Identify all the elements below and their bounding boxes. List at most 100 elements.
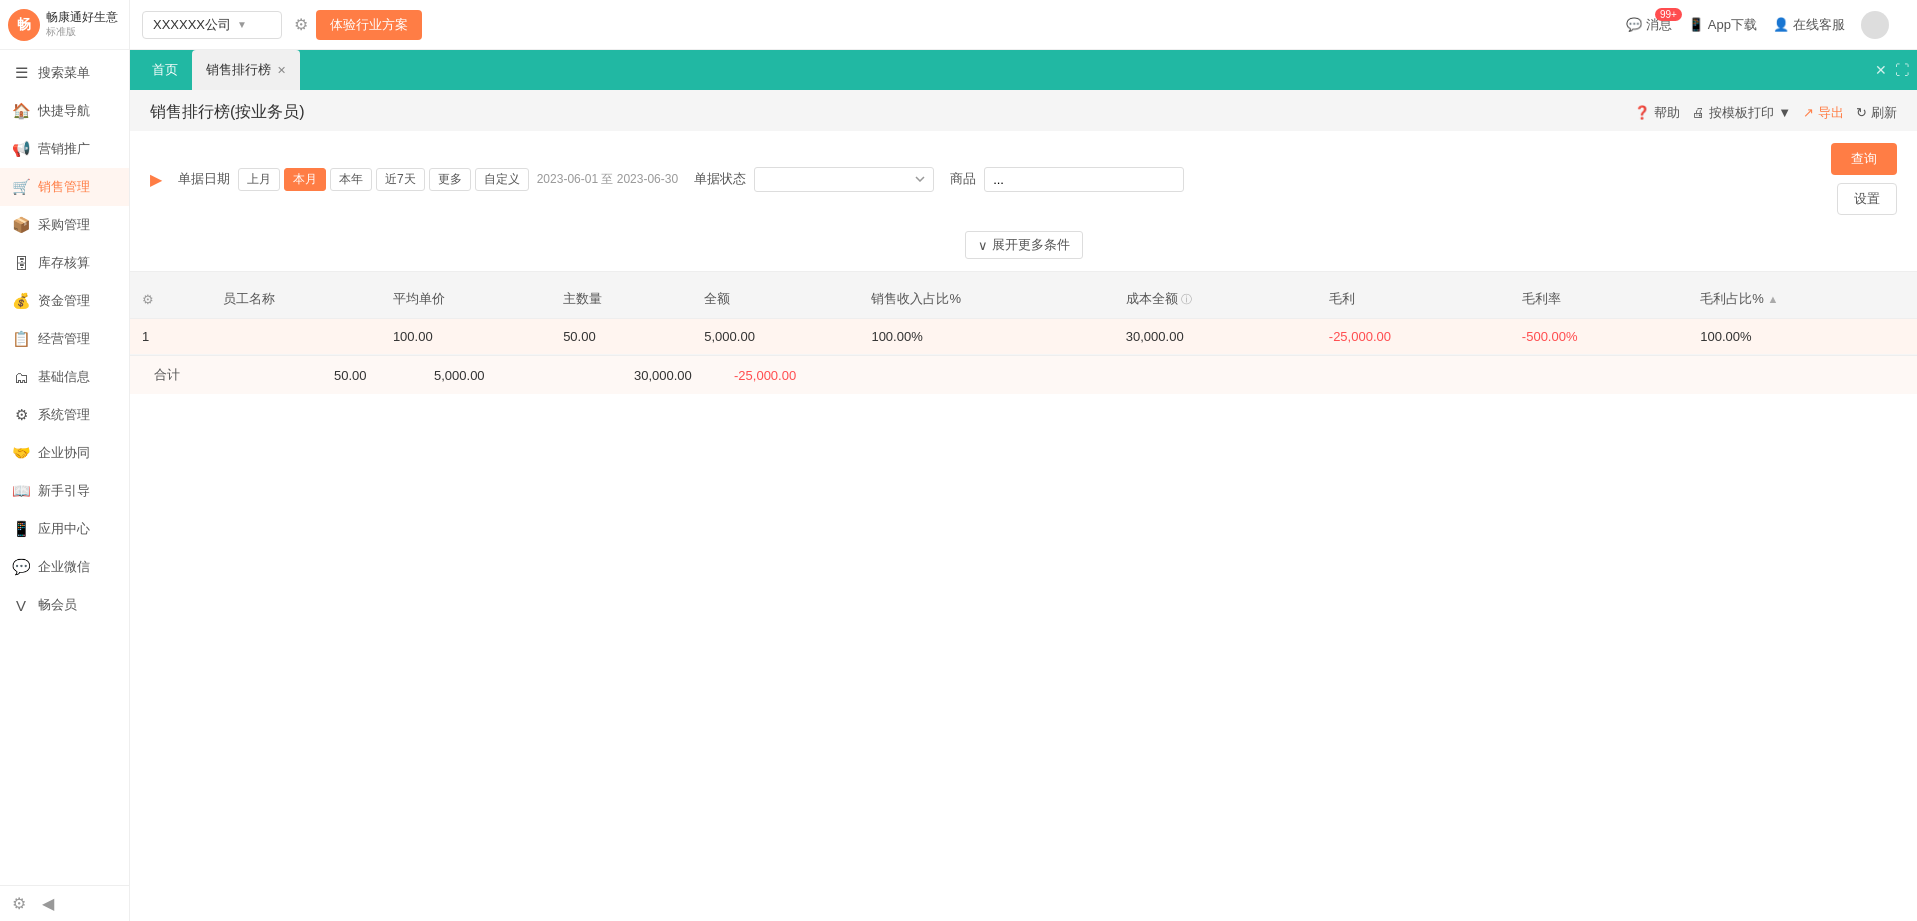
sidebar-item-basic-info[interactable]: 🗂基础信息 <box>0 358 129 396</box>
sidebar-icon-finance: 💰 <box>12 292 30 310</box>
tab-minimize-icon[interactable]: ✕ <box>1875 62 1887 78</box>
table-cell: 1 <box>130 319 211 355</box>
table-cell: 100.00 <box>381 319 551 355</box>
sidebar-item-sales[interactable]: 🛒 销售管理 <box>0 168 129 206</box>
date-more[interactable]: 更多 <box>429 168 471 191</box>
table-header-row: ⚙ 员工名称 平均单价 主数量 全额 销售收入占比% 成本全额 ⓘ 毛利 毛利率… <box>130 280 1917 319</box>
sidebar-item-quick-nav[interactable]: 🏠快捷导航 <box>0 92 129 130</box>
print-label: 按模板打印 <box>1709 104 1774 122</box>
app-label: App下载 <box>1708 16 1757 34</box>
sidebar-item-guide[interactable]: 📖 新手引导 <box>0 472 129 510</box>
sidebar-item-inventory[interactable]: 🗄库存核算 <box>0 244 129 282</box>
date-last-month[interactable]: 上月 <box>238 168 280 191</box>
table-cell: 5,000.00 <box>692 319 859 355</box>
th-name: 员工名称 <box>211 280 381 319</box>
help-button[interactable]: ❓ 帮助 <box>1634 104 1680 122</box>
sidebar-label-sales: 销售管理 <box>38 178 90 196</box>
company-arrow-icon: ▼ <box>237 19 247 30</box>
tab-home-label: 首页 <box>152 61 178 79</box>
table-body: 1100.0050.005,000.00100.00%30,000.00-25,… <box>130 319 1917 355</box>
sidebar-label-marketing: 营销推广 <box>38 140 90 158</box>
expand-more-button[interactable]: ∨ 展开更多条件 <box>965 231 1083 259</box>
query-button[interactable]: 查询 <box>1831 143 1897 175</box>
date-7days[interactable]: 近7天 <box>376 168 425 191</box>
sidebar-icon-marketing: 📢 <box>12 140 30 158</box>
sidebar: 畅 畅康通好生意 标准版 ☰搜索菜单🏠快捷导航📢营销推广🛒销售管理📦采购管理🗄库… <box>0 0 130 921</box>
date-this-month[interactable]: 本月 <box>284 168 326 191</box>
date-filter: 单据日期 上月 本月 本年 近7天 更多 自定义 2023-06-01 至 20… <box>178 168 678 191</box>
sidebar-item-wechat[interactable]: 💬企业微信 <box>0 548 129 586</box>
sidebar-label-purchase: 采购管理 <box>38 216 90 234</box>
sidebar-item-purchase[interactable]: 📦 采购管理 <box>0 206 129 244</box>
sidebar-label-basic-info: 基础信息 <box>38 368 90 386</box>
status-filter: 单据状态 <box>694 167 934 192</box>
goods-filter: 商品 <box>950 167 1184 192</box>
avatar[interactable] <box>1861 11 1889 39</box>
th-cost: 成本全额 ⓘ <box>1114 280 1317 319</box>
sidebar-label-guide: 新手引导 <box>38 482 90 500</box>
sidebar-item-member[interactable]: V畅会员 <box>0 586 129 624</box>
table-row: 1100.0050.005,000.00100.00%30,000.00-25,… <box>130 319 1917 355</box>
trial-button[interactable]: 体验行业方案 <box>316 10 422 40</box>
company-selector[interactable]: XXXXXX公司 ▼ <box>142 11 282 39</box>
filter-area: ▶ 单据日期 上月 本月 本年 近7天 更多 自定义 2023-06-01 至 … <box>130 131 1917 272</box>
date-buttons: 上月 本月 本年 近7天 更多 自定义 2023-06-01 至 2023-06… <box>238 168 678 191</box>
tab-home[interactable]: 首页 <box>138 50 192 90</box>
print-icon: 🖨 <box>1692 105 1705 120</box>
sidebar-item-enterprise[interactable]: 🤝企业协同 <box>0 434 129 472</box>
sidebar-item-operations[interactable]: 📋经营管理 <box>0 320 129 358</box>
sidebar-icon-sales: 🛒 <box>12 178 30 196</box>
goods-input[interactable] <box>984 167 1184 192</box>
tabbar-actions: ✕ ⛶ <box>1875 62 1909 78</box>
filter-expand-arrow[interactable]: ▶ <box>150 170 162 189</box>
message-button[interactable]: 💬 消息 99+ <box>1626 16 1672 34</box>
table-footer: 合计 50.00 5,000.00 30,000.00 -25,000.00 <box>130 355 1917 394</box>
print-arrow-icon: ▼ <box>1778 105 1791 120</box>
online-service-button[interactable]: 👤 在线客服 <box>1773 16 1845 34</box>
service-icon: 👤 <box>1773 17 1789 32</box>
refresh-button[interactable]: ↻ 刷新 <box>1856 104 1897 122</box>
tab-close-icon[interactable]: ✕ <box>277 64 286 77</box>
table-container: ⚙ 员工名称 平均单价 主数量 全额 销售收入占比% 成本全额 ⓘ 毛利 毛利率… <box>130 280 1917 355</box>
query-set-area: 查询 设置 <box>1831 143 1897 215</box>
sidebar-icon-guide: 📖 <box>12 482 30 500</box>
topbar-settings-icon[interactable]: ⚙ <box>294 15 308 34</box>
sidebar-item-search-order[interactable]: ☰搜索菜单 <box>0 54 129 92</box>
table-cell: 50.00 <box>551 319 692 355</box>
th-settings[interactable]: ⚙ <box>130 280 211 319</box>
sidebar-label-member: 畅会员 <box>38 596 77 614</box>
print-button[interactable]: 🖨 按模板打印 ▼ <box>1692 104 1791 122</box>
export-label: 导出 <box>1818 104 1844 122</box>
date-this-year[interactable]: 本年 <box>330 168 372 191</box>
collapse-icon[interactable]: ◀ <box>42 894 54 913</box>
sidebar-item-app-center[interactable]: 📱应用中心 <box>0 510 129 548</box>
status-select[interactable] <box>754 167 934 192</box>
date-custom[interactable]: 自定义 <box>475 168 529 191</box>
sidebar-item-finance[interactable]: 💰 资金管理 <box>0 282 129 320</box>
sidebar-item-marketing[interactable]: 📢 营销推广 <box>0 130 129 168</box>
topbar: XXXXXX公司 ▼ ⚙ 体验行业方案 💬 消息 99+ 📱 App下载 👤 在… <box>130 0 1917 50</box>
sidebar-label-app-center: 应用中心 <box>38 520 90 538</box>
tab-sales-rank-label: 销售排行榜 <box>206 61 271 79</box>
sidebar-label-finance: 资金管理 <box>38 292 90 310</box>
app-download-button[interactable]: 📱 App下载 <box>1688 16 1757 34</box>
tabbar: 首页 销售排行榜 ✕ ✕ ⛶ <box>130 50 1917 90</box>
help-icon: ❓ <box>1634 105 1650 120</box>
app-icon: 📱 <box>1688 17 1704 32</box>
sidebar-icon-purchase: 📦 <box>12 216 30 234</box>
sidebar-icon-wechat: 💬 <box>12 558 30 576</box>
sidebar-nav: ☰搜索菜单🏠快捷导航 📢 营销推广 🛒 销售管理 📦 采购管理 🗄库存核算 💰 资金管理 📋经营管理… <box>0 50 129 885</box>
settings-button[interactable]: 设置 <box>1837 183 1897 215</box>
chevron-down-icon: ∨ <box>978 238 988 253</box>
sidebar-icon-inventory: 🗄 <box>12 255 30 272</box>
tab-sales-rank[interactable]: 销售排行榜 ✕ <box>192 50 300 90</box>
sidebar-label-search-order: 搜索菜单 <box>38 64 90 82</box>
export-button[interactable]: ↗ 导出 <box>1803 104 1844 122</box>
logo-icon: 畅 <box>8 9 40 41</box>
th-avg-price: 平均单价 <box>381 280 551 319</box>
tab-maximize-icon[interactable]: ⛶ <box>1895 62 1909 78</box>
page-header: 销售排行榜(按业务员) ❓ 帮助 🖨 按模板打印 ▼ ↗ 导出 ↻ 刷新 <box>130 90 1917 131</box>
sidebar-item-system[interactable]: ⚙系统管理 <box>0 396 129 434</box>
settings-icon[interactable]: ⚙ <box>12 894 26 913</box>
th-gross-rate: 毛利率 <box>1510 280 1688 319</box>
